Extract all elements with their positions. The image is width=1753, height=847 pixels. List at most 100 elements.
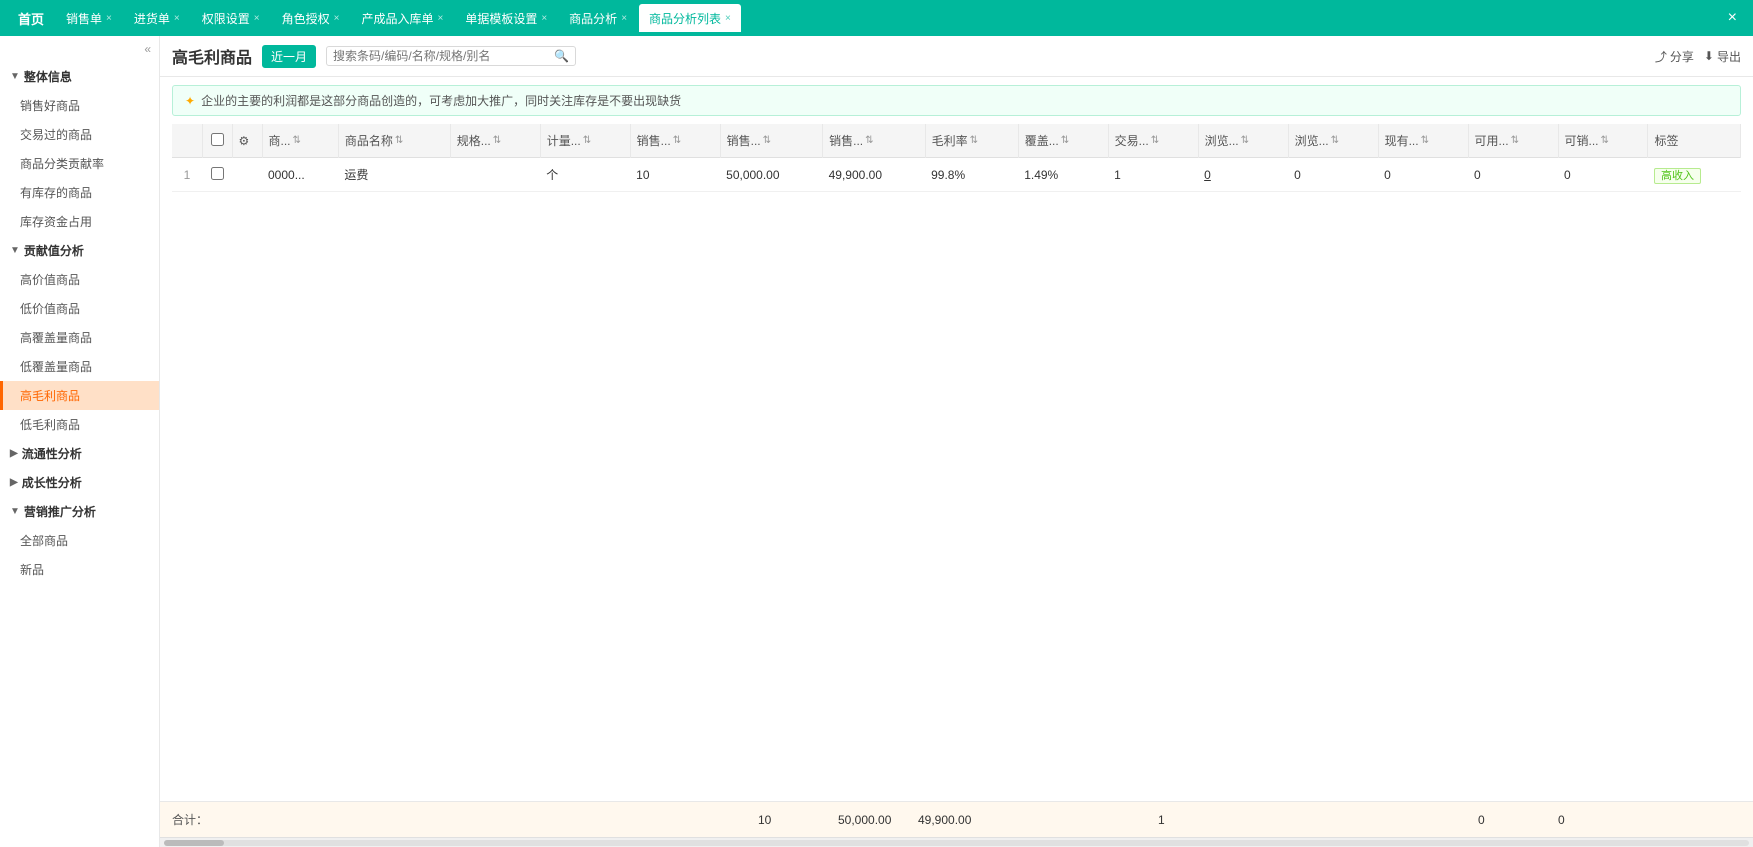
sidebar-item-low-value[interactable]: 低价值商品 bbox=[0, 294, 159, 323]
sidebar-item-high-freq[interactable]: 高覆盖量商品 bbox=[0, 323, 159, 352]
sidebar-group-overall[interactable]: ▼ 整体信息 bbox=[0, 62, 159, 91]
footer-transactions: 1 bbox=[1152, 813, 1232, 827]
cell-sellable: 0 bbox=[1558, 158, 1648, 192]
sort-icon-sales-qty[interactable]: ⇅ bbox=[673, 135, 681, 146]
sort-icon-stock[interactable]: ⇅ bbox=[1421, 135, 1429, 146]
page-title: 高毛利商品 bbox=[172, 44, 252, 68]
sidebar-group-trend[interactable]: ▶ 流通性分析 bbox=[0, 439, 159, 468]
sort-icon-code[interactable]: ⇅ bbox=[293, 135, 301, 146]
sort-icon-available[interactable]: ⇅ bbox=[1511, 135, 1519, 146]
sort-icon-sales-cost[interactable]: ⇅ bbox=[865, 135, 873, 146]
col-sales-cost: 销售... ⇅ bbox=[823, 124, 925, 158]
share-icon: ⤴ bbox=[1655, 48, 1667, 65]
tab-home[interactable]: 首页 bbox=[8, 4, 54, 32]
close-role-tab[interactable]: × bbox=[334, 13, 340, 24]
close-window-button[interactable]: × bbox=[1720, 9, 1745, 27]
sort-icon-unit[interactable]: ⇅ bbox=[583, 135, 591, 146]
sidebar-item-new-goods[interactable]: 新品 bbox=[0, 555, 159, 584]
sort-icon-spec[interactable]: ⇅ bbox=[493, 135, 501, 146]
tab-permission[interactable]: 权限设置 × bbox=[192, 4, 270, 32]
sort-icon-transactions[interactable]: ⇅ bbox=[1151, 135, 1159, 146]
cell-checkbox[interactable] bbox=[202, 158, 232, 192]
col-settings[interactable]: ⚙ bbox=[232, 124, 262, 158]
horizontal-scrollbar[interactable] bbox=[160, 837, 1753, 847]
arrow-down-icon-3: ▼ bbox=[10, 506, 20, 517]
sidebar-collapse-button[interactable]: « bbox=[0, 36, 159, 62]
close-sales-tab[interactable]: × bbox=[106, 13, 112, 24]
col-views2: 浏览... ⇅ bbox=[1288, 124, 1378, 158]
cell-tag: 高收入 bbox=[1648, 158, 1741, 192]
sort-icon-views1[interactable]: ⇅ bbox=[1241, 135, 1249, 146]
sort-icon-sales-amount[interactable]: ⇅ bbox=[763, 135, 771, 146]
tab-sales[interactable]: 销售单 × bbox=[56, 4, 122, 32]
search-box[interactable]: 🔍 bbox=[326, 46, 576, 66]
tab-role[interactable]: 角色授权 × bbox=[272, 4, 350, 32]
scrollbar-track bbox=[164, 840, 1749, 846]
sidebar-item-all-goods[interactable]: 全部商品 bbox=[0, 526, 159, 555]
cell-coverage: 1.49% bbox=[1018, 158, 1108, 192]
info-icon: ✦ bbox=[185, 94, 195, 108]
col-views1: 浏览... ⇅ bbox=[1198, 124, 1288, 158]
sort-icon-sellable[interactable]: ⇅ bbox=[1601, 135, 1609, 146]
tab-analysis-list[interactable]: 商品分析列表 × bbox=[639, 4, 741, 32]
close-analysis-list-tab[interactable]: × bbox=[725, 13, 731, 24]
top-navigation: 首页 销售单 × 进货单 × 权限设置 × 角色授权 × 产成品入库单 × 单据… bbox=[0, 0, 1753, 36]
cell-index: 1 bbox=[172, 158, 202, 192]
footer-sellable: 0 bbox=[1552, 813, 1632, 827]
sidebar-item-high-margin[interactable]: 高毛利商品 bbox=[0, 381, 159, 410]
sidebar-item-capital-occupation[interactable]: 库存资金占用 bbox=[0, 207, 159, 236]
close-purchase-tab[interactable]: × bbox=[174, 13, 180, 24]
col-checkbox bbox=[202, 124, 232, 158]
export-icon: ⬇ bbox=[1704, 49, 1714, 63]
cell-views2: 0 bbox=[1288, 158, 1378, 192]
cell-settings bbox=[232, 158, 262, 192]
arrow-down-icon: ▼ bbox=[10, 71, 20, 82]
sidebar-item-stocked-goods[interactable]: 有库存的商品 bbox=[0, 178, 159, 207]
sidebar-item-hot-goods[interactable]: 销售好商品 bbox=[0, 91, 159, 120]
row-checkbox[interactable] bbox=[211, 167, 224, 180]
tab-template[interactable]: 单据模板设置 × bbox=[455, 4, 557, 32]
col-index bbox=[172, 124, 202, 158]
footer-sales-cost: 49,900.00 bbox=[912, 813, 992, 827]
arrow-down-icon-2: ▼ bbox=[10, 245, 20, 256]
share-button[interactable]: ⤴ 分享 bbox=[1655, 48, 1694, 65]
sidebar-item-low-margin[interactable]: 低毛利商品 bbox=[0, 410, 159, 439]
sidebar-group-marketing[interactable]: ▼ 营销推广分析 bbox=[0, 497, 159, 526]
cell-views1: 0 bbox=[1198, 158, 1288, 192]
close-template-tab[interactable]: × bbox=[541, 13, 547, 24]
sort-icon-views2[interactable]: ⇅ bbox=[1331, 135, 1339, 146]
tab-analysis[interactable]: 商品分析 × bbox=[559, 4, 637, 32]
sidebar-item-high-value[interactable]: 高价值商品 bbox=[0, 265, 159, 294]
sidebar-item-contribution-rate[interactable]: 商品分类贡献率 bbox=[0, 149, 159, 178]
arrow-right-icon-2: ▶ bbox=[10, 477, 18, 488]
export-button[interactable]: ⬇ 导出 bbox=[1704, 48, 1741, 65]
cell-spec bbox=[450, 158, 540, 192]
search-input[interactable] bbox=[333, 49, 550, 63]
footer-label: 合计： bbox=[172, 811, 232, 828]
col-code: 商... ⇅ bbox=[262, 124, 338, 158]
close-analysis-tab[interactable]: × bbox=[621, 13, 627, 24]
col-unit: 计量... ⇅ bbox=[540, 124, 630, 158]
sidebar-item-traded-goods[interactable]: 交易过的商品 bbox=[0, 120, 159, 149]
close-stock-in-tab[interactable]: × bbox=[437, 13, 443, 24]
sort-icon-name[interactable]: ⇅ bbox=[395, 135, 403, 146]
close-permission-tab[interactable]: × bbox=[254, 13, 260, 24]
tab-purchase[interactable]: 进货单 × bbox=[124, 4, 190, 32]
header-actions: ⤴ 分享 ⬇ 导出 bbox=[1655, 48, 1741, 65]
scrollbar-thumb[interactable] bbox=[164, 840, 224, 846]
info-banner: ✦ 企业的主要的利润都是这部分商品创造的，可考虑加大推广，同时关注库存是不要出现… bbox=[172, 85, 1741, 116]
filter-recent-month-button[interactable]: 近一月 bbox=[262, 45, 316, 68]
sort-icon-coverage[interactable]: ⇅ bbox=[1061, 135, 1069, 146]
col-tag: 标签 bbox=[1648, 124, 1741, 158]
footer-total-bar: 合计： 10 50,000.00 49,900.00 1 0 0 bbox=[160, 801, 1753, 837]
sidebar-group-growth[interactable]: ▶ 成长性分析 bbox=[0, 468, 159, 497]
data-table: ⚙ 商... ⇅ 商品名称 ⇅ bbox=[172, 124, 1741, 192]
select-all-checkbox[interactable] bbox=[211, 133, 224, 146]
col-coverage: 覆盖... ⇅ bbox=[1018, 124, 1108, 158]
col-transactions: 交易... ⇅ bbox=[1108, 124, 1198, 158]
sidebar-item-low-freq[interactable]: 低覆盖量商品 bbox=[0, 352, 159, 381]
sort-icon-margin[interactable]: ⇅ bbox=[970, 135, 978, 146]
col-spec: 规格... ⇅ bbox=[450, 124, 540, 158]
tab-stock-in[interactable]: 产成品入库单 × bbox=[351, 4, 453, 32]
sidebar-group-profitability[interactable]: ▼ 贡献值分析 bbox=[0, 236, 159, 265]
